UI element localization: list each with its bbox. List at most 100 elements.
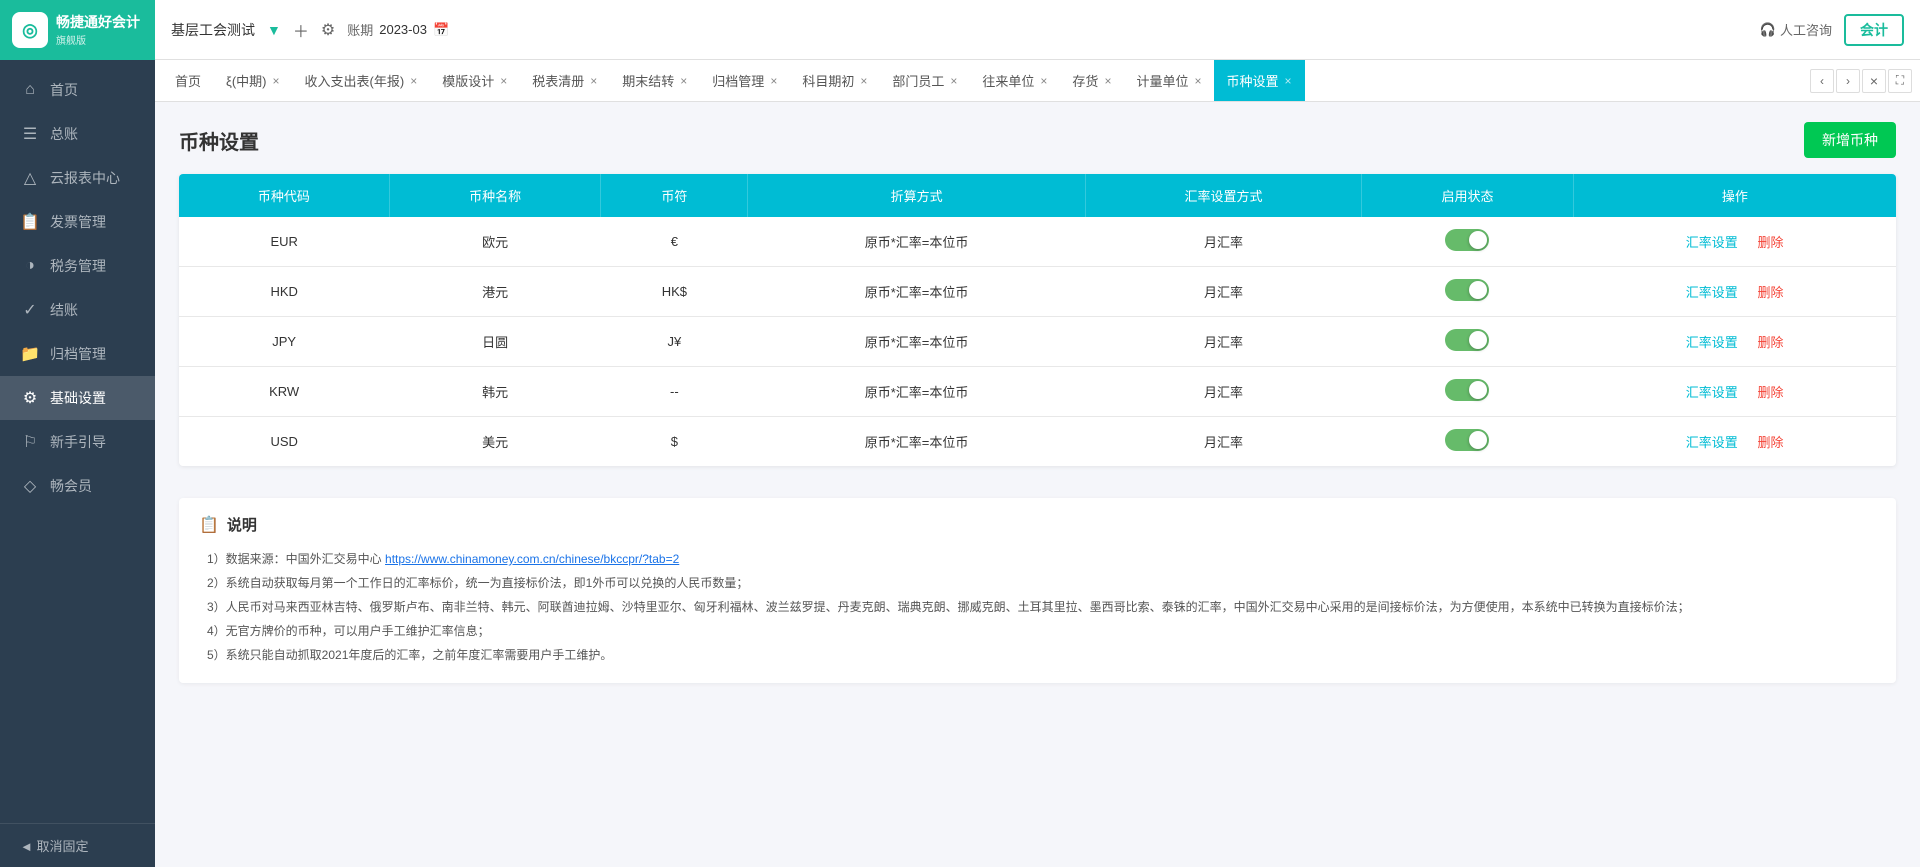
tab-label-subject: 科目期初 xyxy=(802,71,854,90)
sidebar-item-settle[interactable]: ✓ 结账 xyxy=(0,288,155,332)
tab-close-inventory[interactable]: × xyxy=(1104,74,1111,88)
tab-tax[interactable]: 税表清册 × xyxy=(520,60,610,102)
tab-partner[interactable]: 往来单位 × xyxy=(970,60,1060,102)
tab-label-xi: ξ(中期) xyxy=(226,71,266,90)
sidebar-item-archive[interactable]: 📁 归档管理 xyxy=(0,332,155,376)
kuaiji-button[interactable]: 会计 xyxy=(1844,14,1904,46)
tab-xi[interactable]: ξ(中期) × xyxy=(214,60,293,102)
tab-close-partner[interactable]: × xyxy=(1040,74,1047,88)
tax-icon: ◑ xyxy=(20,257,40,275)
delete-link-0[interactable]: 删除 xyxy=(1757,235,1783,250)
rate-setting-link-4[interactable]: 汇率设置 xyxy=(1686,435,1738,450)
calendar-icon[interactable]: 📅 xyxy=(433,22,449,38)
tab-next-button[interactable]: › xyxy=(1836,69,1860,93)
main-area: 基层工会测试 ▼ ＋ ⚙ 账期 2023-03 📅 🎧 人工咨询 会计 首页 ξ… xyxy=(155,0,1920,867)
table-row: EUR 欧元 € 原币*汇率=本位币 月汇率 汇率设置 删除 xyxy=(179,217,1896,267)
cell-calc-3: 原币*汇率=本位币 xyxy=(748,367,1086,417)
page-title-bar: 币种设置 新增币种 xyxy=(179,122,1896,158)
rate-setting-link-0[interactable]: 汇率设置 xyxy=(1686,235,1738,250)
new-currency-button[interactable]: 新增币种 xyxy=(1804,122,1896,158)
sidebar-item-tax[interactable]: ◑ 税务管理 xyxy=(0,244,155,288)
cell-status-4 xyxy=(1362,417,1574,467)
tab-close-staff[interactable]: × xyxy=(950,74,957,88)
topbar-add-button[interactable]: ＋ xyxy=(293,18,309,42)
sidebar-item-ledger[interactable]: ☰ 总账 xyxy=(0,112,155,156)
toggle-4[interactable] xyxy=(1445,429,1489,451)
sidebar-label-member: 畅会员 xyxy=(50,476,92,496)
tab-unit[interactable]: 计量单位 × xyxy=(1124,60,1214,102)
tab-close-income[interactable]: × xyxy=(410,74,417,88)
tab-label-unit: 计量单位 xyxy=(1136,71,1188,90)
tab-close-subject[interactable]: × xyxy=(860,74,867,88)
sidebar-item-invoice[interactable]: 📋 发票管理 xyxy=(0,200,155,244)
tab-inventory[interactable]: 存货 × xyxy=(1060,60,1124,102)
cell-name-3: 韩元 xyxy=(389,367,601,417)
cell-code-4: USD xyxy=(179,417,389,467)
cell-ratetype-2: 月汇率 xyxy=(1085,317,1361,367)
tab-close-tax[interactable]: × xyxy=(590,74,597,88)
page-title: 币种设置 xyxy=(179,126,259,155)
sidebar-item-guide[interactable]: ⚐ 新手引导 xyxy=(0,420,155,464)
tab-staff[interactable]: 部门员工 × xyxy=(880,60,970,102)
sidebar-label-guide: 新手引导 xyxy=(50,432,106,452)
tab-label-template: 模版设计 xyxy=(442,71,494,90)
delete-link-2[interactable]: 删除 xyxy=(1757,335,1783,350)
tab-period-end[interactable]: 期末结转 × xyxy=(610,60,700,102)
settings-icon: ⚙ xyxy=(20,388,40,408)
col-rate-type: 汇率设置方式 xyxy=(1085,174,1361,217)
cell-ratetype-1: 月汇率 xyxy=(1085,267,1361,317)
delete-link-4[interactable]: 删除 xyxy=(1757,435,1783,450)
cell-symbol-2: J¥ xyxy=(601,317,748,367)
rate-setting-link-1[interactable]: 汇率设置 xyxy=(1686,285,1738,300)
toggle-3[interactable] xyxy=(1445,379,1489,401)
notice-item: 4）无官方牌价的币种，可以用户手工维护汇率信息； xyxy=(207,619,1876,643)
tab-label-staff: 部门员工 xyxy=(892,71,944,90)
sidebar-pin-toggle[interactable]: ◄ 取消固定 xyxy=(0,823,155,867)
topbar-dropdown-icon[interactable]: ▼ xyxy=(267,22,281,38)
cell-calc-1: 原币*汇率=本位币 xyxy=(748,267,1086,317)
cell-name-4: 美元 xyxy=(389,417,601,467)
cell-status-1 xyxy=(1362,267,1574,317)
cell-symbol-4: $ xyxy=(601,417,748,467)
tab-close-template[interactable]: × xyxy=(500,74,507,88)
sidebar: ◎ 畅捷通好会计 旗舰版 ⌂ 首页 ☰ 总账 △ 云报表中心 📋 发票管理 ◑ … xyxy=(0,0,155,867)
rate-setting-link-2[interactable]: 汇率设置 xyxy=(1686,335,1738,350)
tab-close-all-button[interactable]: × xyxy=(1862,69,1886,93)
tab-expand-button[interactable]: ⛶ xyxy=(1888,69,1912,93)
delete-link-3[interactable]: 删除 xyxy=(1757,385,1783,400)
tab-income[interactable]: 收入支出表(年报) × xyxy=(293,60,431,102)
topbar-gear-icon[interactable]: ⚙ xyxy=(321,20,335,40)
tabbar: 首页 ξ(中期) × 收入支出表(年报) × 模版设计 × 税表清册 × 期末结… xyxy=(155,60,1920,102)
tab-home[interactable]: 首页 xyxy=(163,60,214,102)
tab-currency[interactable]: 币种设置 × xyxy=(1214,60,1304,102)
table-row: USD 美元 $ 原币*汇率=本位币 月汇率 汇率设置 删除 xyxy=(179,417,1896,467)
tab-close-xi[interactable]: × xyxy=(273,74,280,88)
toggle-2[interactable] xyxy=(1445,329,1489,351)
service-button[interactable]: 🎧 人工咨询 xyxy=(1760,20,1832,39)
rate-setting-link-3[interactable]: 汇率设置 xyxy=(1686,385,1738,400)
tab-archive[interactable]: 归档管理 × xyxy=(700,60,790,102)
tab-close-currency[interactable]: × xyxy=(1285,74,1292,88)
cell-code-2: JPY xyxy=(179,317,389,367)
tab-label-income: 收入支出表(年报) xyxy=(305,71,405,90)
tab-template[interactable]: 模版设计 × xyxy=(430,60,520,102)
tab-close-period-end[interactable]: × xyxy=(680,74,687,88)
tab-subject[interactable]: 科目期初 × xyxy=(790,60,880,102)
toggle-1[interactable] xyxy=(1445,279,1489,301)
tab-close-archive[interactable]: × xyxy=(770,74,777,88)
sidebar-item-home[interactable]: ⌂ 首页 xyxy=(0,68,155,112)
notice-item: 2）系统自动获取每月第一个工作日的汇率标价，统一为直接标价法，即1外币可以兑换的… xyxy=(207,571,1876,595)
table-row: KRW 韩元 -- 原币*汇率=本位币 月汇率 汇率设置 删除 xyxy=(179,367,1896,417)
cell-action-1: 汇率设置 删除 xyxy=(1573,267,1896,317)
tabbar-controls: ‹ › × ⛶ xyxy=(1810,69,1912,93)
tab-prev-button[interactable]: ‹ xyxy=(1810,69,1834,93)
toggle-0[interactable] xyxy=(1445,229,1489,251)
col-action: 操作 xyxy=(1573,174,1896,217)
delete-link-1[interactable]: 删除 xyxy=(1757,285,1783,300)
sidebar-item-reports[interactable]: △ 云报表中心 xyxy=(0,156,155,200)
sidebar-item-member[interactable]: ◇ 畅会员 xyxy=(0,464,155,508)
tab-close-unit[interactable]: × xyxy=(1194,74,1201,88)
sidebar-item-settings[interactable]: ⚙ 基础设置 xyxy=(0,376,155,420)
notice-link-0[interactable]: https://www.chinamoney.com.cn/chinese/bk… xyxy=(385,552,679,566)
topbar-right: 🎧 人工咨询 会计 xyxy=(1760,14,1904,46)
